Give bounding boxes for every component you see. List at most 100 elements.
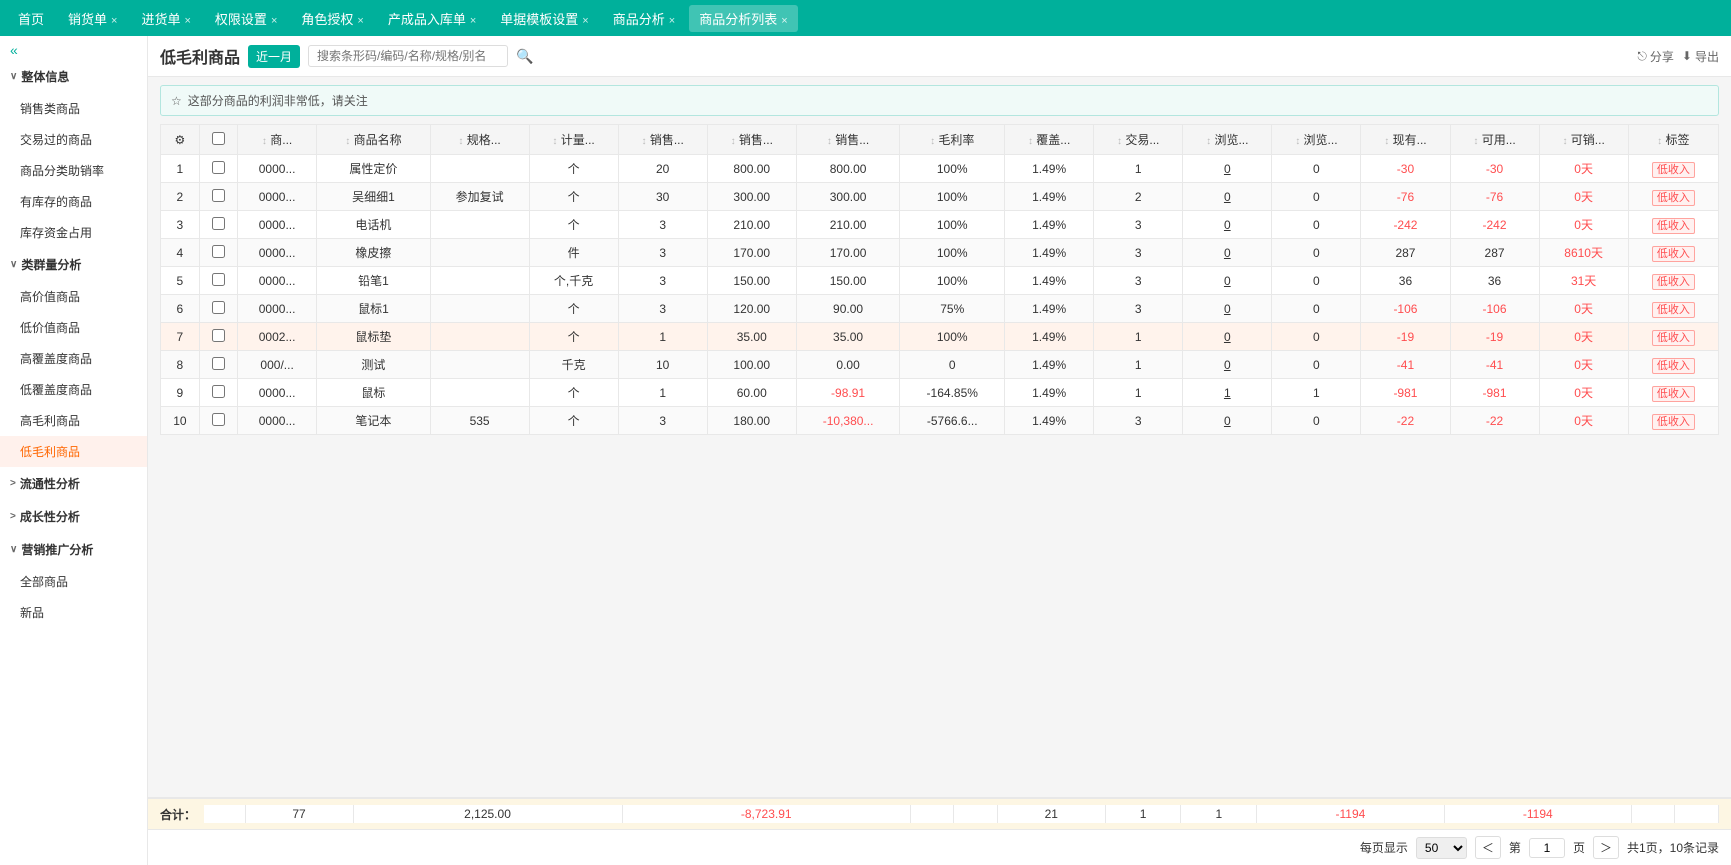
prev-page-btn[interactable]: ＜ <box>1475 836 1501 859</box>
view-link[interactable]: 0 <box>1224 218 1231 232</box>
page-input[interactable] <box>1529 838 1565 858</box>
row-checkbox[interactable] <box>212 273 225 286</box>
sidebar-item-新品[interactable]: 新品 <box>0 597 147 628</box>
nav-item-商品分析列表[interactable]: 商品分析列表× <box>689 5 797 32</box>
view-link[interactable]: 0 <box>1224 302 1231 316</box>
sidebar-collapse-btn[interactable]: « <box>6 42 22 58</box>
view1[interactable]: 0 <box>1183 407 1272 435</box>
view1[interactable]: 0 <box>1183 239 1272 267</box>
select-all-checkbox[interactable] <box>212 132 225 145</box>
nav-item-首页[interactable]: 首页 <box>8 5 54 32</box>
nav-item-销货单[interactable]: 销货单× <box>58 5 127 32</box>
row-checkbox[interactable] <box>199 295 237 323</box>
settings-icon[interactable]: ⚙ <box>175 133 186 147</box>
col-header-sales_amount[interactable]: ↕ 销售... <box>707 125 796 155</box>
row-checkbox[interactable] <box>212 245 225 258</box>
export-button[interactable]: ⬇ 导出 <box>1682 48 1719 65</box>
view1[interactable]: 0 <box>1183 155 1272 183</box>
row-checkbox[interactable] <box>212 217 225 230</box>
view1[interactable]: 0 <box>1183 295 1272 323</box>
sidebar-group-4[interactable]: ∨营销推广分析 <box>0 533 147 566</box>
col-header-tag[interactable]: ↕ 标签 <box>1628 125 1718 155</box>
period-button[interactable]: 近一月 <box>248 45 300 68</box>
sidebar-group-2[interactable]: >流通性分析 <box>0 467 147 500</box>
sidebar-item-低毛利商品[interactable]: 低毛利商品 <box>0 436 147 467</box>
view1[interactable]: 0 <box>1183 267 1272 295</box>
col-header-code[interactable]: ↕ 商... <box>237 125 316 155</box>
row-checkbox[interactable] <box>212 329 225 342</box>
col-header-view2[interactable]: ↕ 浏览... <box>1272 125 1361 155</box>
sidebar-group-1[interactable]: ∨类群量分析 <box>0 248 147 281</box>
sidebar-item-交易过的商品[interactable]: 交易过的商品 <box>0 124 147 155</box>
col-header-sales_profit[interactable]: ↕ 销售... <box>796 125 900 155</box>
nav-close-icon[interactable]: × <box>582 15 588 27</box>
view-link[interactable]: 1 <box>1224 386 1231 400</box>
col-header-sales_qty[interactable]: ↕ 销售... <box>618 125 707 155</box>
col-header-name[interactable]: ↕ 商品名称 <box>317 125 430 155</box>
row-checkbox[interactable] <box>199 351 237 379</box>
col-header-view1[interactable]: ↕ 浏览... <box>1183 125 1272 155</box>
row-checkbox[interactable] <box>199 323 237 351</box>
sidebar-item-低价值商品[interactable]: 低价值商品 <box>0 312 147 343</box>
nav-item-权限设置[interactable]: 权限设置× <box>205 5 287 32</box>
col-header-current_stock[interactable]: ↕ 现有... <box>1361 125 1450 155</box>
nav-close-icon[interactable]: × <box>111 15 117 27</box>
nav-item-单据模板设置[interactable]: 单据模板设置× <box>490 5 598 32</box>
search-button[interactable]: 🔍 <box>516 48 533 65</box>
row-checkbox[interactable] <box>199 407 237 435</box>
sidebar-item-销售类商品[interactable]: 销售类商品 <box>0 93 147 124</box>
view-link[interactable]: 0 <box>1224 274 1231 288</box>
nav-close-icon[interactable]: × <box>271 15 277 27</box>
row-checkbox[interactable] <box>199 267 237 295</box>
nav-close-icon[interactable]: × <box>184 15 190 27</box>
nav-close-icon[interactable]: × <box>781 15 787 27</box>
sidebar-item-高毛利商品[interactable]: 高毛利商品 <box>0 405 147 436</box>
sidebar-item-低覆盖度商品[interactable]: 低覆盖度商品 <box>0 374 147 405</box>
sidebar-item-商品分类助销率[interactable]: 商品分类助销率 <box>0 155 147 186</box>
view-link[interactable]: 0 <box>1224 414 1231 428</box>
row-checkbox[interactable] <box>199 183 237 211</box>
share-button[interactable]: ⎋ 分享 <box>1637 48 1674 65</box>
row-checkbox[interactable] <box>199 379 237 407</box>
nav-close-icon[interactable]: × <box>669 15 675 27</box>
view-link[interactable]: 0 <box>1224 162 1231 176</box>
view1[interactable]: 0 <box>1183 183 1272 211</box>
view-link[interactable]: 0 <box>1224 358 1231 372</box>
col-header-trade_count[interactable]: ↕ 交易... <box>1094 125 1183 155</box>
sidebar-item-高价值商品[interactable]: 高价值商品 <box>0 281 147 312</box>
col-header-checkbox[interactable] <box>199 125 237 155</box>
sidebar-item-库存资金占用[interactable]: 库存资金占用 <box>0 217 147 248</box>
nav-close-icon[interactable]: × <box>470 15 476 27</box>
view-link[interactable]: 0 <box>1224 330 1231 344</box>
view1[interactable]: 0 <box>1183 351 1272 379</box>
sidebar-item-有库存的商品[interactable]: 有库存的商品 <box>0 186 147 217</box>
row-checkbox[interactable] <box>199 155 237 183</box>
per-page-select[interactable]: 50 100 200 <box>1416 837 1467 859</box>
sidebar-group-0[interactable]: ∨整体信息 <box>0 60 147 93</box>
col-header-spec[interactable]: ↕ 规格... <box>430 125 529 155</box>
row-checkbox[interactable] <box>199 239 237 267</box>
nav-item-角色授权[interactable]: 角色授权× <box>291 5 373 32</box>
row-checkbox[interactable] <box>199 211 237 239</box>
sidebar-item-全部商品[interactable]: 全部商品 <box>0 566 147 597</box>
row-checkbox[interactable] <box>212 189 225 202</box>
view1[interactable]: 1 <box>1183 379 1272 407</box>
col-header-saleable_days[interactable]: ↕ 可销... <box>1539 125 1628 155</box>
col-header-settings[interactable]: ⚙ <box>161 125 200 155</box>
view1[interactable]: 0 <box>1183 323 1272 351</box>
view-link[interactable]: 0 <box>1224 190 1231 204</box>
next-page-btn[interactable]: ＞ <box>1593 836 1619 859</box>
col-header-gross_margin[interactable]: ↕ 毛利率 <box>900 125 1005 155</box>
view1[interactable]: 0 <box>1183 211 1272 239</box>
nav-item-商品分析[interactable]: 商品分析× <box>603 5 685 32</box>
nav-item-产成品入库单[interactable]: 产成品入库单× <box>378 5 486 32</box>
col-header-coverage[interactable]: ↕ 覆盖... <box>1005 125 1094 155</box>
row-checkbox[interactable] <box>212 161 225 174</box>
search-input[interactable] <box>308 45 508 67</box>
view-link[interactable]: 0 <box>1224 246 1231 260</box>
col-header-usable_stock[interactable]: ↕ 可用... <box>1450 125 1539 155</box>
row-checkbox[interactable] <box>212 413 225 426</box>
nav-item-进货单[interactable]: 进货单× <box>131 5 200 32</box>
sidebar-group-3[interactable]: >成长性分析 <box>0 500 147 533</box>
row-checkbox[interactable] <box>212 357 225 370</box>
